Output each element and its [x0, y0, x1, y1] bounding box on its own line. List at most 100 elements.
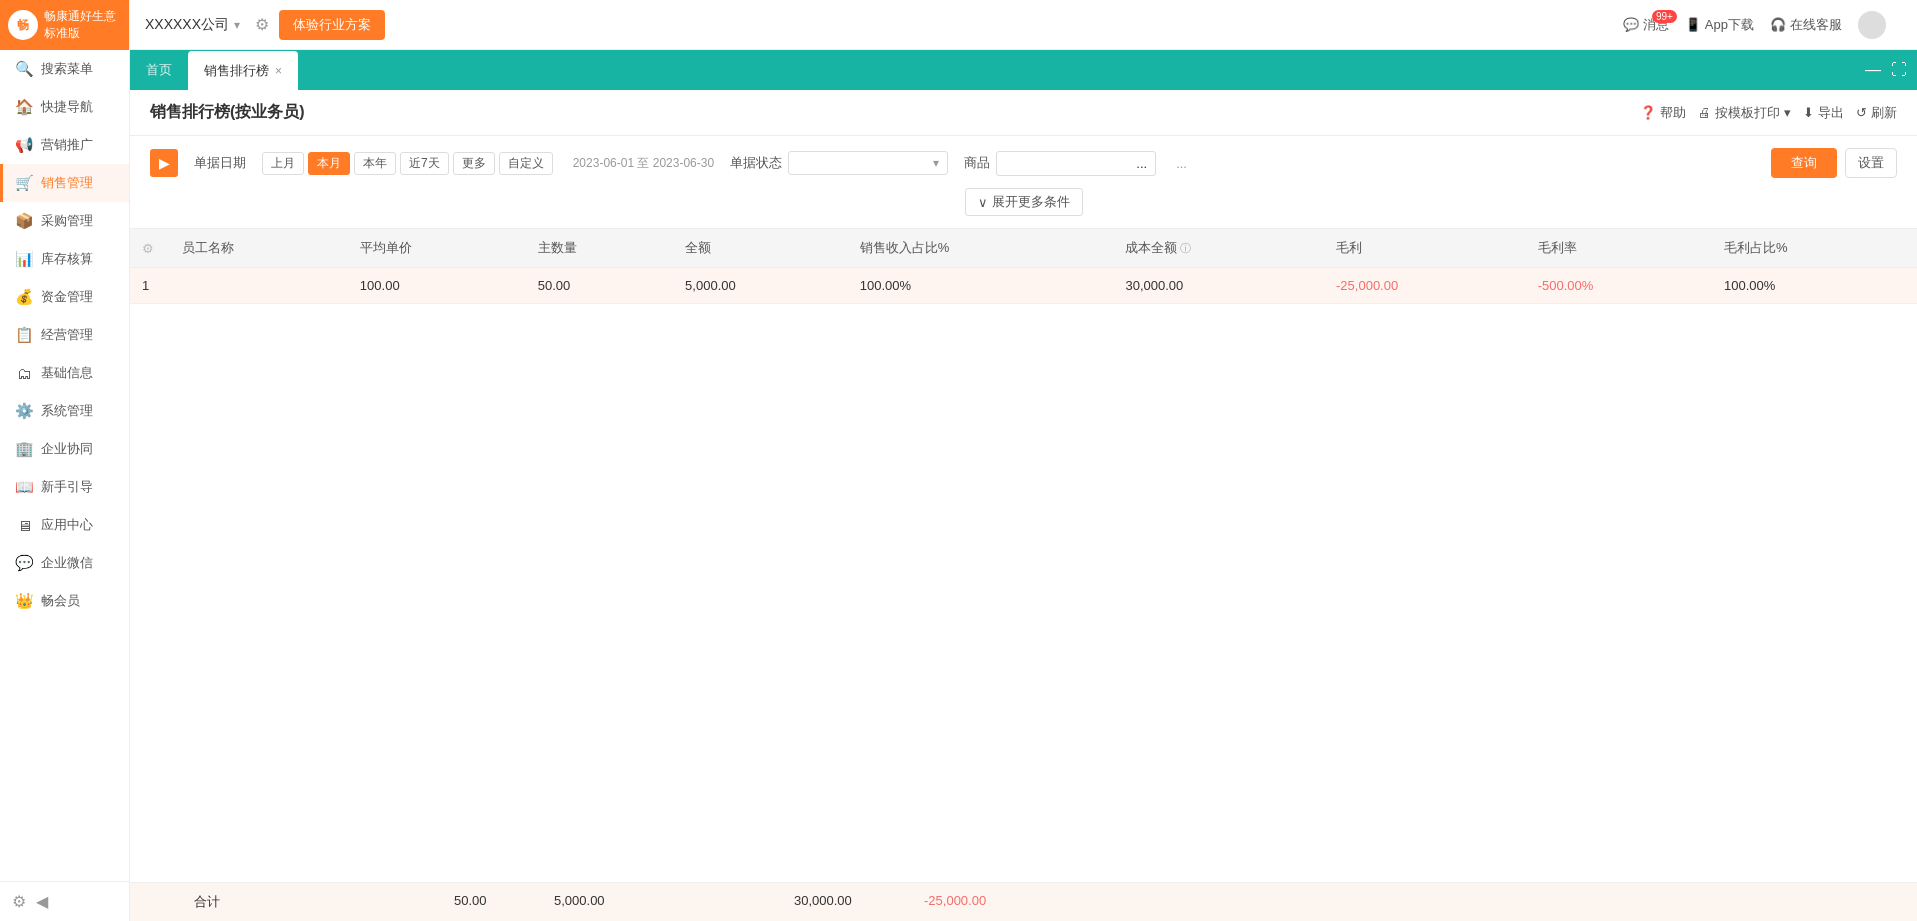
cell-gross-pct: 100.00%	[1712, 268, 1917, 304]
purchase-icon: 📦	[15, 212, 33, 230]
user-avatar[interactable]	[1858, 11, 1886, 39]
sidebar-item-sales[interactable]: 🛒 销售管理	[0, 164, 129, 202]
status-select[interactable]: ▾	[788, 151, 948, 175]
sidebar-item-search[interactable]: 🔍 搜索菜单	[0, 50, 129, 88]
cost-info-icon[interactable]: ⓘ	[1180, 241, 1191, 256]
sidebar-item-label: 销售管理	[41, 174, 93, 192]
th-sales-pct: 销售收入占比%	[848, 229, 1114, 268]
sidebar-item-purchase[interactable]: 📦 采购管理	[0, 202, 129, 240]
export-icon: ⬇	[1803, 105, 1814, 120]
print-button[interactable]: 🖨 按模板打印 ▾	[1698, 104, 1791, 122]
member-icon: 👑	[15, 592, 33, 610]
filter-expand-arrow[interactable]: ▶	[150, 149, 178, 177]
th-cost: 成本全额 ⓘ	[1113, 229, 1324, 268]
sidebar-item-base-info[interactable]: 🗂 基础信息	[0, 354, 129, 392]
tab-sales-ranking[interactable]: 销售排行榜 ×	[188, 51, 298, 91]
date-buttons: 上月 本月 本年 近7天 更多 自定义	[262, 152, 553, 175]
company-selector[interactable]: XXXXXX公司 ▾	[145, 16, 240, 34]
query-button[interactable]: 查询	[1771, 148, 1837, 178]
cell-avg-price: 100.00	[348, 268, 526, 304]
search-icon: 🔍	[15, 60, 33, 78]
more-filters-dots[interactable]: ...	[1176, 156, 1187, 171]
date-btn-this-month[interactable]: 本月	[308, 152, 350, 175]
home-tab-label: 首页	[146, 61, 172, 79]
sidebar-item-finance[interactable]: 💰 资金管理	[0, 278, 129, 316]
footer-avg-price	[342, 893, 442, 911]
enterprise-icon: 🏢	[15, 440, 33, 458]
settings-button[interactable]: 设置	[1845, 148, 1897, 178]
sidebar-item-apps[interactable]: 🖥 应用中心	[0, 506, 129, 544]
filter-area: ▶ 单据日期 上月 本月 本年 近7天 更多 自定义 2023-06-01 至 …	[130, 136, 1917, 229]
footer-cells: 合计 50.00 5,000.00 30,000.00 -25,000.00	[142, 893, 1905, 911]
export-button[interactable]: ⬇ 导出	[1803, 104, 1844, 122]
sidebar-item-label: 资金管理	[41, 288, 93, 306]
topbar-gear-icon[interactable]: ⚙	[255, 15, 269, 34]
sidebar: 畅 畅康通好生意 标准版 🔍 搜索菜单 🏠 快捷导航 📢 营销推广 🛒 销售管理…	[0, 0, 130, 921]
th-main-qty: 主数量	[526, 229, 673, 268]
message-button[interactable]: 💬 消息 99+	[1623, 16, 1669, 34]
th-gross-rate: 毛利率	[1526, 229, 1712, 268]
sidebar-item-system[interactable]: ⚙️ 系统管理	[0, 392, 129, 430]
guide-icon: 📖	[15, 478, 33, 496]
tab-maximize-icon[interactable]: ⛶	[1891, 61, 1907, 79]
page-header: 销售排行榜(按业务员) ❓ 帮助 🖨 按模板打印 ▾ ⬇ 导出 ↺ 刷新	[130, 90, 1917, 136]
tab-minimize-icon[interactable]: —	[1865, 61, 1881, 79]
tab-close-icon[interactable]: ×	[275, 64, 282, 78]
footer-gross: -25,000.00	[912, 893, 1042, 911]
refresh-button[interactable]: ↺ 刷新	[1856, 104, 1897, 122]
online-service-button[interactable]: 🎧 在线客服	[1770, 16, 1842, 34]
company-name: XXXXXX公司	[145, 16, 229, 34]
nav-tabs: 首页 销售排行榜 × — ⛶	[130, 50, 1917, 90]
date-btn-this-year[interactable]: 本年	[354, 152, 396, 175]
filter-expand-row: ∨ 展开更多条件	[150, 188, 1897, 216]
product-filter: 商品 ...	[964, 151, 1156, 176]
sidebar-item-inventory[interactable]: 📊 库存核算	[0, 240, 129, 278]
sidebar-item-label: 快捷导航	[41, 98, 93, 116]
content-area: 销售排行榜(按业务员) ❓ 帮助 🖨 按模板打印 ▾ ⬇ 导出 ↺ 刷新	[130, 90, 1917, 921]
product-input[interactable]: ...	[996, 151, 1156, 176]
date-btn-7days[interactable]: 近7天	[400, 152, 449, 175]
tab-home[interactable]: 首页	[130, 50, 188, 90]
table-row: 1 100.00 50.00 5,000.00 100.00% 30,000.0…	[130, 268, 1917, 304]
th-gross: 毛利	[1324, 229, 1526, 268]
data-table: ⚙ 员工名称 平均单价 主数量 全额	[130, 229, 1917, 304]
page-title: 销售排行榜(按业务员)	[150, 102, 305, 123]
date-btn-custom[interactable]: 自定义	[499, 152, 553, 175]
base-info-icon: 🗂	[15, 365, 33, 382]
marketing-icon: 📢	[15, 136, 33, 154]
date-btn-prev-month[interactable]: 上月	[262, 152, 304, 175]
sidebar-item-label: 搜索菜单	[41, 60, 93, 78]
sidebar-item-member[interactable]: 👑 畅会员	[0, 582, 129, 620]
operations-icon: 📋	[15, 326, 33, 344]
footer-cost: 30,000.00	[782, 893, 912, 911]
topbar: XXXXXX公司 ▾ ⚙ 体验行业方案 💬 消息 99+ 📱 App下载 🎧 在…	[130, 0, 1917, 50]
sidebar-collapse-icon[interactable]: ◀	[36, 892, 48, 911]
sidebar-item-wechat[interactable]: 💬 企业微信	[0, 544, 129, 582]
main-area: XXXXXX公司 ▾ ⚙ 体验行业方案 💬 消息 99+ 📱 App下载 🎧 在…	[130, 0, 1917, 921]
help-button[interactable]: ❓ 帮助	[1640, 104, 1686, 122]
sidebar-item-label: 经营管理	[41, 326, 93, 344]
wechat-icon: 💬	[15, 554, 33, 572]
data-table-wrap: ⚙ 员工名称 平均单价 主数量 全额	[130, 229, 1917, 882]
date-btn-more[interactable]: 更多	[453, 152, 495, 175]
footer-label: 合计	[182, 893, 342, 911]
cell-gross: -25,000.00	[1324, 268, 1526, 304]
sidebar-item-guide[interactable]: 📖 新手引导	[0, 468, 129, 506]
sales-icon: 🛒	[15, 174, 33, 192]
try-industry-button[interactable]: 体验行业方案	[279, 10, 385, 40]
app-download-button[interactable]: 📱 App下载	[1685, 16, 1754, 34]
print-icon: 🖨	[1698, 105, 1711, 120]
sidebar-item-quick-nav[interactable]: 🏠 快捷导航	[0, 88, 129, 126]
expand-more-button[interactable]: ∨ 展开更多条件	[965, 188, 1083, 216]
sidebar-item-marketing[interactable]: 📢 营销推广	[0, 126, 129, 164]
cell-employee-name	[170, 268, 348, 304]
column-settings-icon[interactable]: ⚙	[142, 241, 154, 256]
sidebar-item-enterprise[interactable]: 🏢 企业协同	[0, 430, 129, 468]
logo-icon: 畅	[8, 10, 38, 40]
cell-cost: 30,000.00	[1113, 268, 1324, 304]
sidebar-settings-icon[interactable]: ⚙	[12, 892, 26, 911]
sidebar-item-label: 应用中心	[41, 516, 93, 534]
headset-icon: 🎧	[1770, 17, 1786, 32]
th-settings[interactable]: ⚙	[130, 229, 170, 268]
sidebar-item-operations[interactable]: 📋 经营管理	[0, 316, 129, 354]
